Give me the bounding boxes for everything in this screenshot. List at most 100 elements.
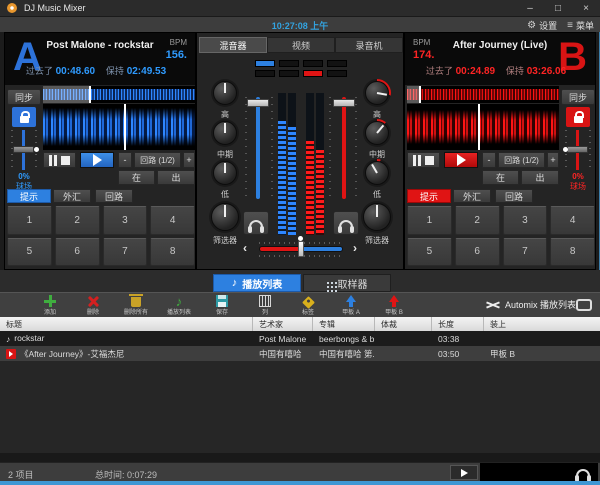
columns-button[interactable]: 列 [245,295,285,316]
deck-a-pad-4[interactable]: 4 [150,206,195,235]
deck-a-pad-6[interactable]: 6 [55,238,100,267]
delete-button[interactable]: 删除 [73,295,113,316]
deck-b-pad-6[interactable]: 6 [455,238,500,267]
column-artist[interactable]: 艺术家 [253,317,313,331]
column-length[interactable]: 长度 [432,317,484,331]
crossfader-right-arrow[interactable]: › [353,241,357,255]
save-button[interactable]: 保存 [202,295,242,316]
deck-b-play-button[interactable] [444,152,478,168]
deck-a-loop-button[interactable]: 回路 (1/2) [134,152,181,168]
deck-a-filter-knob[interactable] [209,201,241,233]
deck-b-tab-loop[interactable]: 回路 [495,189,533,203]
deck-b-loop-minus-button[interactable]: - [482,152,496,168]
deck-b-waveform-overview[interactable] [407,86,559,103]
deck-a-pad-5[interactable]: 5 [7,238,52,267]
add-button[interactable]: 添加 [30,295,70,316]
deck-b-pad-2[interactable]: 2 [455,206,500,235]
repeat-button[interactable] [576,299,592,311]
deck-b-pad-4[interactable]: 4 [550,206,595,235]
deck-b-pad-8[interactable]: 8 [550,238,595,267]
deck-b-loop-plus-button[interactable]: + [547,152,559,168]
deck-b-keylock-button[interactable] [566,107,590,127]
deck-b-filter-knob[interactable] [361,201,393,233]
deck-a-loop-out-button[interactable]: 出 [157,170,195,185]
deck-b-eq-high-knob[interactable] [363,79,391,107]
deck-a-tab-fx[interactable]: 外汇 [53,189,91,203]
horizontal-scrollbar[interactable] [0,453,600,462]
deck-a-volume-cap[interactable] [247,99,269,107]
deck-a-waveform-main[interactable] [43,104,195,150]
deck-a-loop-minus-button[interactable]: - [118,152,132,168]
deck-b-sync-button[interactable]: 同步 [561,89,595,105]
load-deck-b-button[interactable]: 甲板 B [374,295,414,316]
deck-a-sync-button[interactable]: 同步 [7,89,41,105]
deck-a-loop-in-button[interactable]: 在 [118,170,155,185]
deck-b-eq-low-knob[interactable] [363,159,391,187]
deck-a-eq-low-knob[interactable] [211,159,239,187]
settings-button[interactable]: ⚙ 设置 [527,19,557,32]
deck-a-pad-7[interactable]: 7 [103,238,148,267]
crossfader-handle[interactable] [298,241,304,257]
deck-b-pad-7[interactable]: 7 [503,238,548,267]
deck-a-keylock-button[interactable] [12,107,36,127]
deck-a-pad-2[interactable]: 2 [55,206,100,235]
deck-b-loop-button[interactable]: 回路 (1/2) [498,152,545,168]
stop-icon [425,156,434,165]
maximize-button[interactable]: □ [544,0,572,16]
minimize-button[interactable]: – [516,0,544,16]
deck-a-headphone-button[interactable] [243,211,269,235]
deck-b-tab-cue[interactable]: 提示 [407,189,451,203]
automix-button[interactable]: Automix 播放列表 [486,298,576,311]
delete-all-button[interactable]: 删除所有 [116,295,156,316]
crossfader-left-arrow[interactable]: ‹ [243,241,247,255]
column-album[interactable]: 专辑 [313,317,375,331]
deck-b-loop-out-button[interactable]: 出 [521,170,559,185]
deck-b-loop-in-button[interactable]: 在 [482,170,519,185]
tab-mixer[interactable]: 混音器 [199,37,267,53]
deck-a-pitch-fader[interactable] [9,130,39,170]
column-loaded[interactable]: 装上 [484,317,600,331]
deck-b-headphone-button[interactable] [333,211,359,235]
deck-a-waveform-overview[interactable] [43,86,195,103]
close-button[interactable]: × [572,0,600,16]
deck-a-pad-1[interactable]: 1 [7,206,52,235]
deck-a-tab-cue[interactable]: 提示 [7,189,51,203]
deck-a-tab-loop[interactable]: 回路 [95,189,133,203]
table-row[interactable]: ♪rockstar Post Malone beerbongs & b... 0… [0,331,600,346]
music-note-icon: ♪ [232,277,238,289]
deck-a-eq-high-knob[interactable] [211,79,239,107]
deck-b-pause-stop-button[interactable] [407,152,440,168]
deck-b-pad-5[interactable]: 5 [407,238,452,267]
deck-b-volume-cap[interactable] [333,99,355,107]
column-genre[interactable]: 体裁 [375,317,432,331]
deck-a-pad-3[interactable]: 3 [103,206,148,235]
deck-a-volume-fader[interactable] [256,97,260,199]
deck-b-pad-1[interactable]: 1 [407,206,452,235]
deck-b-tab-fx[interactable]: 外汇 [453,189,491,203]
deck-b-waveform-main[interactable] [407,104,559,150]
column-title[interactable]: 标题 [0,317,253,331]
preview-play-button[interactable] [450,465,478,480]
deck-b-pitch-fader[interactable] [563,130,593,170]
tag-button[interactable]: 标签 [288,295,328,316]
table-row[interactable]: 《After Journey》-艾福杰尼 中国有嘻哈 中国有嘻哈 第... 03… [0,346,600,361]
deck-a-play-button[interactable] [80,152,114,168]
load-deck-a-button[interactable]: 甲板 A [331,295,371,316]
menu-button[interactable]: ≡ 菜单 [567,19,594,32]
pitch-handle[interactable] [567,146,588,153]
deck-b-pad-3[interactable]: 3 [503,206,548,235]
deck-a-pad-8[interactable]: 8 [150,238,195,267]
deck-a-eq-mid-knob[interactable] [211,119,239,147]
tab-recorder[interactable]: 录音机 [335,37,403,53]
deck-a-pause-stop-button[interactable] [43,152,76,168]
tab-video[interactable]: 视频 [267,37,335,53]
tab-playlist[interactable]: ♪ 播放列表 [213,274,301,292]
lock-icon [20,116,29,123]
tab-sampler[interactable]: 取样器 [303,274,391,292]
deck-b-volume-fader[interactable] [342,97,346,199]
deck-a-loop-plus-button[interactable]: + [183,152,195,168]
pitch-handle[interactable] [13,146,34,153]
playlist-button[interactable]: ♪ 播放列表 [159,295,199,316]
deck-b-eq-mid-knob[interactable] [363,119,391,147]
beat-light-a-2 [279,60,299,67]
